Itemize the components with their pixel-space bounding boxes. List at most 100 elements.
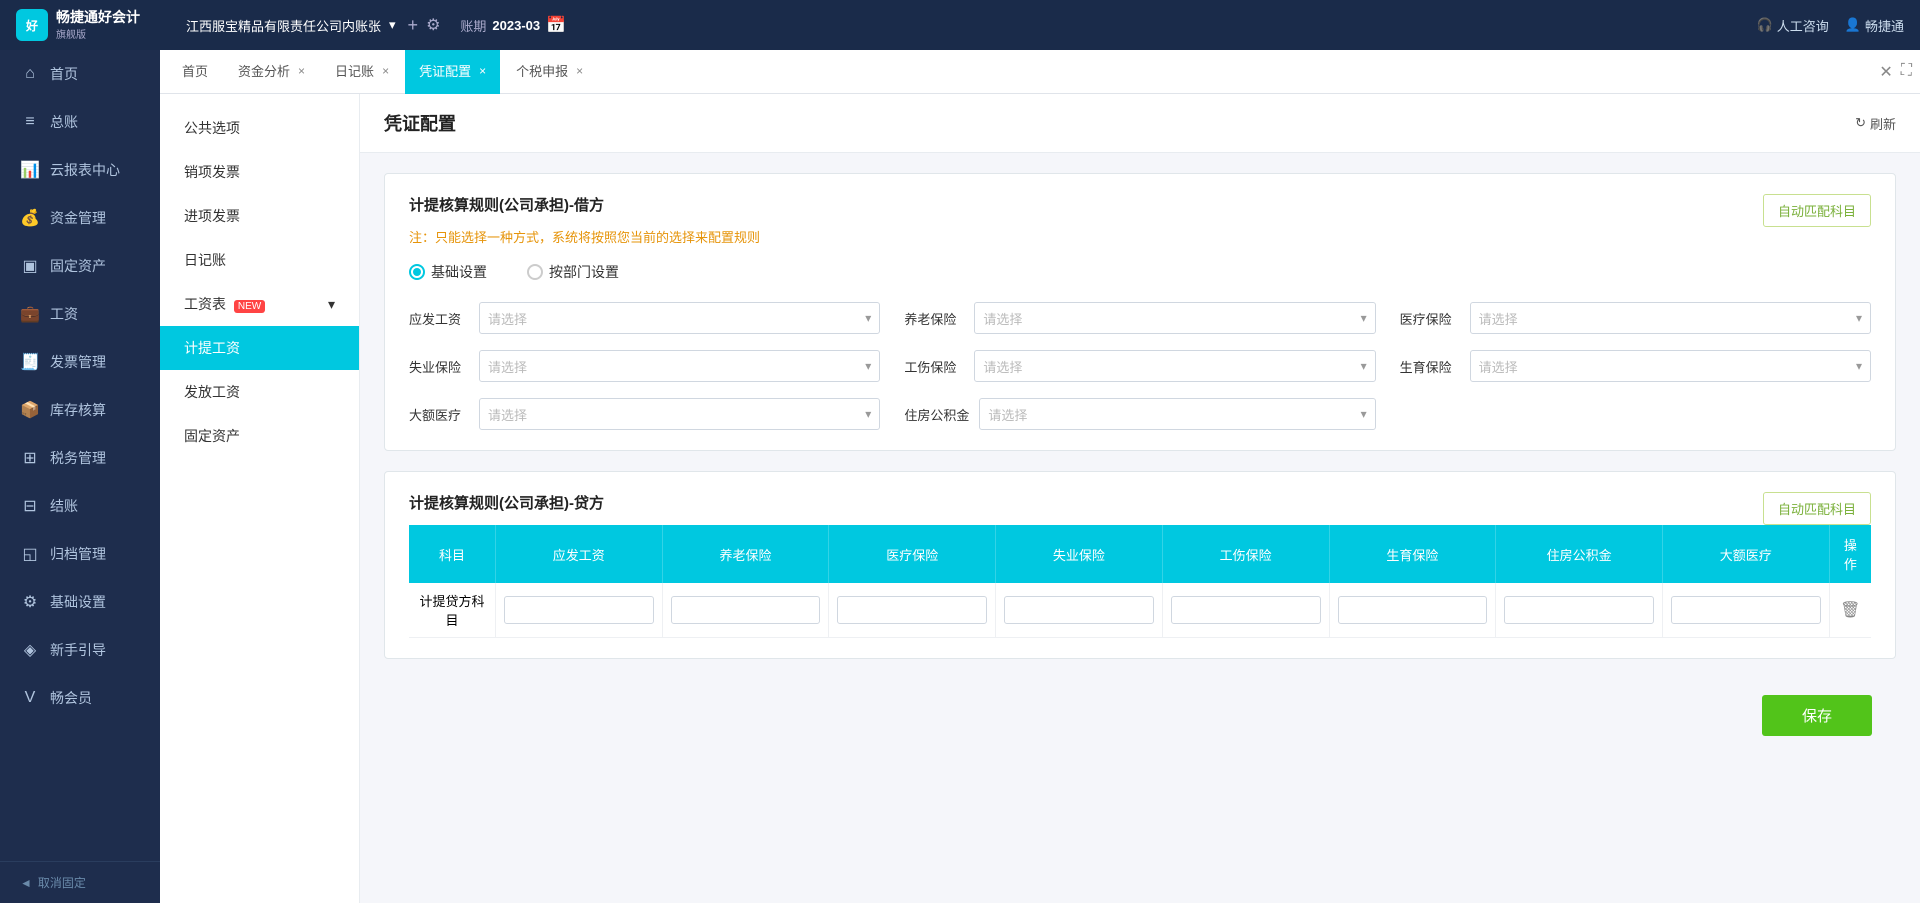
- medical-dropdown-icon: ▾: [1856, 311, 1862, 325]
- sidebar-item-reports[interactable]: 📊 云报表中心: [0, 146, 160, 194]
- tab-tax[interactable]: 个税申报 ×: [502, 50, 597, 94]
- cell-pension[interactable]: [662, 583, 829, 638]
- page-title-bar: 凭证配置 ↻ 刷新: [360, 94, 1920, 153]
- sidebar-item-basic[interactable]: ⚙ 基础设置: [0, 578, 160, 626]
- sidebar-item-funds[interactable]: 💰 资金管理: [0, 194, 160, 242]
- input-pension[interactable]: [671, 596, 821, 624]
- sidebar-item-salary[interactable]: 💼 工资: [0, 290, 160, 338]
- input-unemployment[interactable]: [1004, 596, 1154, 624]
- sidebar-item-inventory[interactable]: 📦 库存核算: [0, 386, 160, 434]
- sidebar-item-ledger[interactable]: ≡ 总账: [0, 98, 160, 146]
- sidebar-item-archive[interactable]: ◱ 归档管理: [0, 530, 160, 578]
- maternity-select[interactable]: 请选择 ▾: [1470, 350, 1871, 382]
- tab-home[interactable]: 首页: [168, 50, 222, 94]
- sidebar-item-close[interactable]: ⊟ 结账: [0, 482, 160, 530]
- big-medical-select[interactable]: 请选择 ▾: [479, 398, 880, 430]
- big-medical-dropdown-icon: ▾: [865, 407, 871, 421]
- left-nav-pay-salary[interactable]: 发放工资: [160, 370, 359, 414]
- radio-dept-circle: [527, 264, 543, 280]
- app-logo-text: 畅捷通好会计: [56, 9, 140, 26]
- settings-button[interactable]: ⚙: [426, 15, 440, 35]
- tab-close-fund[interactable]: ×: [298, 64, 305, 78]
- sidebar-item-guide[interactable]: ◈ 新手引导: [0, 626, 160, 674]
- ledger-icon: ≡: [20, 113, 40, 131]
- assets-icon: ▣: [20, 256, 40, 276]
- sidebar-item-vip[interactable]: V 畅会员: [0, 674, 160, 722]
- col-maternity: 生育保险: [1329, 525, 1496, 583]
- input-medical[interactable]: [837, 596, 987, 624]
- left-nav-public[interactable]: 公共选项: [160, 106, 359, 150]
- big-medical-label: 大额医疗: [409, 405, 469, 424]
- debit-auto-match-button[interactable]: 自动匹配科目: [1763, 194, 1871, 227]
- input-payroll[interactable]: [504, 596, 654, 624]
- salary-icon: 💼: [20, 304, 40, 324]
- left-nav-sales[interactable]: 销项发票: [160, 150, 359, 194]
- input-big-medical[interactable]: [1671, 596, 1821, 624]
- col-housing: 住房公积金: [1496, 525, 1663, 583]
- tab-expand-icon[interactable]: ⛶: [1901, 62, 1912, 82]
- reports-icon: 📊: [20, 160, 40, 180]
- col-medical: 医疗保险: [829, 525, 996, 583]
- pension-dropdown-icon: ▾: [1361, 311, 1367, 325]
- payroll-select[interactable]: 请选择 ▾: [479, 302, 880, 334]
- medical-select[interactable]: 请选择 ▾: [1470, 302, 1871, 334]
- calendar-icon[interactable]: 📅: [546, 15, 566, 35]
- radio-group: 基础设置 按部门设置: [409, 262, 1871, 282]
- refresh-icon: ↻: [1855, 115, 1866, 131]
- refresh-button[interactable]: ↻ 刷新: [1855, 114, 1896, 133]
- header-actions: 🎧 人工咨询 👤 畅捷通: [1757, 16, 1904, 35]
- left-nav-calc-salary[interactable]: 计提工资: [160, 326, 359, 370]
- main-content: 凭证配置 ↻ 刷新 计提核算规则(公司承担)-借方 注：只能选择一种方式，系统将…: [360, 94, 1920, 903]
- pension-select[interactable]: 请选择 ▾: [974, 302, 1375, 334]
- cancel-fixed-button[interactable]: ◄ 取消固定: [0, 861, 160, 903]
- main-layout: ⌂ 首页 ≡ 总账 📊 云报表中心 💰 资金管理 ▣ 固定资产 💼 工资 🧾 发…: [0, 50, 1920, 903]
- left-nav-purchase[interactable]: 进项发票: [160, 194, 359, 238]
- radio-dept[interactable]: 按部门设置: [527, 262, 619, 282]
- company-selector[interactable]: 江西服宝精品有限责任公司内账张 ▾: [186, 16, 396, 35]
- consult-button[interactable]: 🎧 人工咨询: [1757, 16, 1829, 35]
- cell-housing[interactable]: [1496, 583, 1663, 638]
- debit-section-note: 注：只能选择一种方式，系统将按照您当前的选择来配置规则: [409, 227, 1871, 246]
- col-payroll: 应发工资: [495, 525, 662, 583]
- delete-row-icon[interactable]: 🗑: [1840, 602, 1860, 619]
- cell-injury[interactable]: [1162, 583, 1329, 638]
- page-title: 凭证配置: [384, 110, 456, 136]
- sidebar-item-assets[interactable]: ▣ 固定资产: [0, 242, 160, 290]
- cell-unemployment[interactable]: [996, 583, 1163, 638]
- sidebar-item-home[interactable]: ⌂ 首页: [0, 50, 160, 98]
- cell-delete[interactable]: 🗑: [1829, 583, 1871, 638]
- credit-auto-match-button[interactable]: 自动匹配科目: [1763, 492, 1871, 525]
- tab-fund[interactable]: 资金分析 ×: [224, 50, 319, 94]
- tab-voucher[interactable]: 凭证配置 ×: [405, 50, 500, 94]
- input-housing[interactable]: [1504, 596, 1654, 624]
- input-injury[interactable]: [1171, 596, 1321, 624]
- sidebar-item-invoice[interactable]: 🧾 发票管理: [0, 338, 160, 386]
- input-maternity[interactable]: [1338, 596, 1488, 624]
- add-button[interactable]: +: [408, 15, 419, 36]
- cell-big-medical[interactable]: [1662, 583, 1829, 638]
- maternity-dropdown-icon: ▾: [1856, 359, 1862, 373]
- left-nav-fixed-assets[interactable]: 固定资产: [160, 414, 359, 458]
- period-value: 2023-03: [492, 18, 540, 33]
- cell-payroll[interactable]: [495, 583, 662, 638]
- tab-close-all-icon[interactable]: ✕: [1879, 62, 1892, 82]
- user-area[interactable]: 👤 畅捷通: [1845, 16, 1904, 35]
- left-nav-journal[interactable]: 日记账: [160, 238, 359, 282]
- radio-basic[interactable]: 基础设置: [409, 262, 487, 282]
- injury-select[interactable]: 请选择 ▾: [974, 350, 1375, 382]
- save-button[interactable]: 保存: [1762, 695, 1872, 736]
- sidebar-item-tax[interactable]: ⊞ 税务管理: [0, 434, 160, 482]
- cell-maternity[interactable]: [1329, 583, 1496, 638]
- housing-select[interactable]: 请选择 ▾: [979, 398, 1375, 430]
- unemployment-select[interactable]: 请选择 ▾: [479, 350, 880, 382]
- left-nav-salary-table[interactable]: 工资表 NEW ▾: [160, 282, 359, 326]
- company-dropdown-icon[interactable]: ▾: [389, 17, 396, 33]
- cell-medical[interactable]: [829, 583, 996, 638]
- form-unemployment: 失业保险 请选择 ▾: [409, 350, 880, 382]
- tab-close-voucher[interactable]: ×: [479, 64, 486, 78]
- unemployment-dropdown-icon: ▾: [865, 359, 871, 373]
- tab-close-tax[interactable]: ×: [576, 64, 583, 78]
- tab-close-journal[interactable]: ×: [382, 64, 389, 78]
- tab-journal[interactable]: 日记账 ×: [321, 50, 403, 94]
- new-badge: NEW: [234, 300, 265, 313]
